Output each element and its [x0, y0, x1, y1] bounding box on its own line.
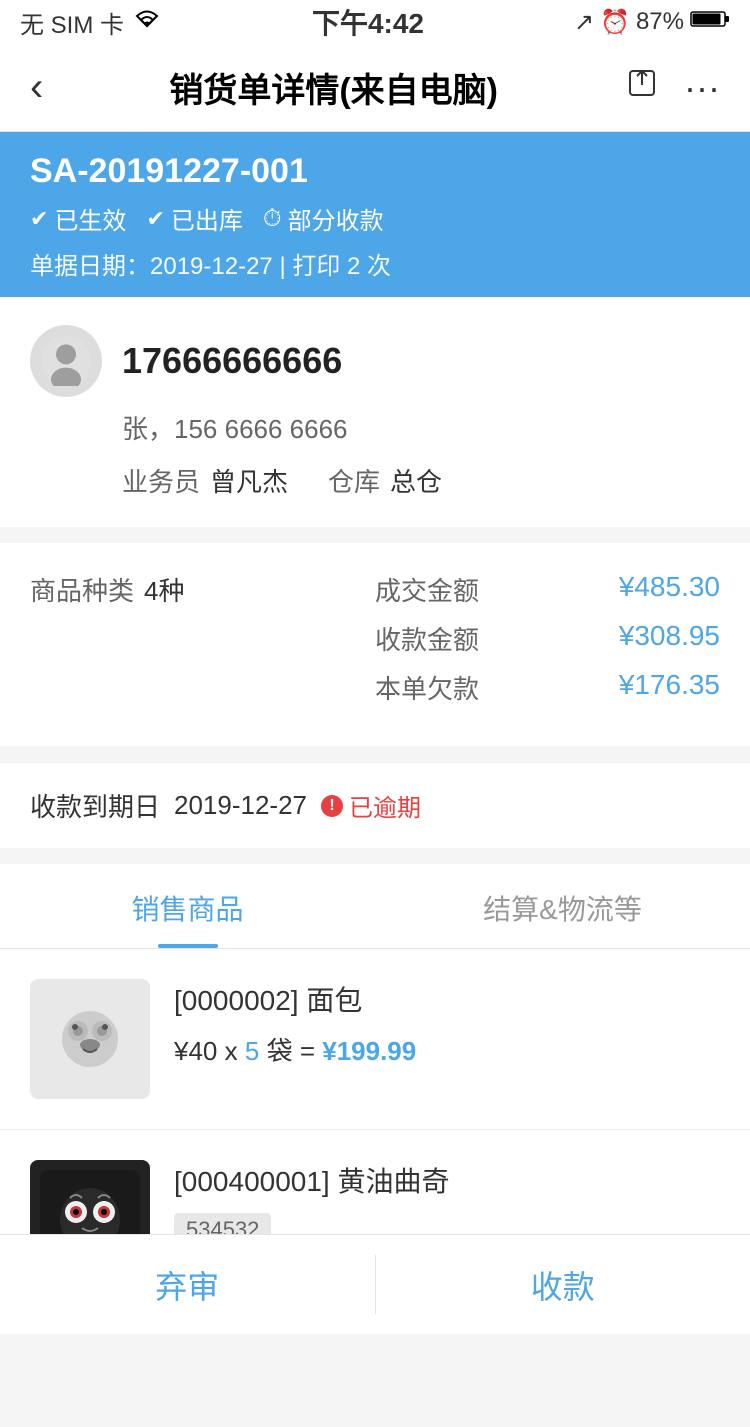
amount-value: ¥485.30	[619, 571, 720, 608]
product-info-bread: [0000002] 面包 ¥40 x 5 袋 = ¥199.99	[174, 979, 720, 1099]
status-partial-label: 部分收款	[288, 201, 384, 236]
location-icon: ↗	[574, 8, 594, 37]
status-activated: ✔ 已生效	[30, 201, 126, 236]
product-item-bread: [0000002] 面包 ¥40 x 5 袋 = ¥199.99	[0, 949, 750, 1130]
debt-value: ¥176.35	[619, 669, 720, 706]
warehouse: 仓库 总仓	[328, 462, 442, 499]
summary-section: 商品种类 4种 成交金额 ¥485.30 收款金额 ¥308.95 本单欠款 ¥…	[0, 543, 750, 746]
share-icon[interactable]	[624, 65, 660, 110]
debt-item: 本单欠款 ¥176.35	[375, 669, 720, 706]
status-bar: 无 SIM 卡 下午4:42 ↗ ⏰ 87%	[0, 0, 750, 44]
check-icon-1: ✔	[30, 206, 48, 232]
tab-sales-label: 销售商品	[131, 894, 243, 925]
total-bread: ¥199.99	[322, 1036, 416, 1066]
more-icon[interactable]: ···	[684, 67, 720, 109]
product-type-label: 商品种类	[30, 571, 134, 608]
product-title-bread: 面包	[306, 985, 362, 1016]
overdue-text: 已逾期	[349, 788, 421, 823]
product-type-item: 商品种类 4种	[30, 571, 375, 608]
order-separator: |	[279, 253, 292, 280]
cancel-button[interactable]: 弃审	[0, 1235, 375, 1334]
nav-icons: ···	[624, 65, 720, 110]
wifi-icon	[132, 8, 162, 37]
bottom-bar: 弃审 收款	[0, 1234, 750, 1334]
order-meta: 单据日期：2019-12-27 | 打印 2 次	[30, 246, 720, 281]
product-thumb-bread	[30, 979, 150, 1099]
customer-name-phone: 张，156 6666 6666	[122, 409, 720, 446]
product-code-cookie: [000400001]	[174, 1166, 330, 1197]
status-time: 下午4:42	[312, 2, 424, 42]
status-activated-label: 已生效	[54, 201, 126, 236]
order-print-count: 打印 2 次	[292, 253, 391, 280]
order-id: SA-20191227-001	[30, 152, 720, 191]
status-delivered: ✔ 已出库	[146, 201, 242, 236]
product-title-cookie: 黄油曲奇	[338, 1166, 450, 1197]
tabs-row: 销售商品 结算&物流等	[0, 864, 750, 949]
amount-label: 成交金额	[375, 571, 479, 608]
sales-person: 业务员 曾凡杰	[122, 462, 288, 499]
tab-settlement[interactable]: 结算&物流等	[375, 864, 750, 948]
confirm-button[interactable]: 收款	[376, 1235, 750, 1334]
tabs-section: 销售商品 结算&物流等	[0, 864, 750, 949]
qty-bread: 5	[245, 1036, 259, 1066]
battery-label: 87%	[636, 8, 684, 36]
summary-row: 商品种类 4种 成交金额 ¥485.30 收款金额 ¥308.95 本单欠款 ¥…	[30, 571, 720, 718]
nav-bar: ‹ 销货单详情(来自电脑) ···	[0, 44, 750, 132]
product-type-count: 4种	[144, 571, 184, 608]
price-bread: ¥40	[174, 1036, 217, 1066]
received-item: 收款金额 ¥308.95	[375, 620, 720, 657]
overdue-icon: !	[321, 795, 343, 817]
order-date-label: 单据日期：2019-12-27	[30, 253, 273, 280]
received-value: ¥308.95	[619, 620, 720, 657]
unit-bread: 袋	[267, 1036, 293, 1066]
status-left: 无 SIM 卡	[20, 5, 162, 40]
customer-meta: 业务员 曾凡杰 仓库 总仓	[122, 462, 720, 499]
status-right: ↗ ⏰ 87%	[574, 8, 730, 37]
product-name-bread: [0000002] 面包	[174, 979, 720, 1019]
back-button[interactable]: ‹	[30, 65, 43, 110]
summary-right: 成交金额 ¥485.30 收款金额 ¥308.95 本单欠款 ¥176.35	[375, 571, 720, 718]
product-price-bread: ¥40 x 5 袋 = ¥199.99	[174, 1031, 720, 1068]
status-delivered-label: 已出库	[171, 201, 243, 236]
overdue-badge: ! 已逾期	[321, 788, 421, 823]
warehouse-label: 仓库	[328, 462, 380, 499]
debt-label: 本单欠款	[375, 669, 479, 706]
avatar	[30, 325, 102, 397]
warehouse-name: 总仓	[390, 462, 442, 499]
product-code-bread: [0000002]	[174, 985, 299, 1016]
customer-section: 17666666666 张，156 6666 6666 业务员 曾凡杰 仓库 总…	[0, 297, 750, 527]
order-status-row: ✔ 已生效 ✔ 已出库 ⏱ 部分收款	[30, 201, 720, 236]
sales-name: 曾凡杰	[210, 462, 288, 499]
page-title: 销货单详情(来自电脑)	[169, 63, 498, 112]
product-name-cookie: [000400001] 黄油曲奇	[174, 1160, 720, 1200]
tab-settlement-label: 结算&物流等	[483, 894, 642, 925]
sales-label: 业务员	[122, 462, 200, 499]
received-label: 收款金额	[375, 620, 479, 657]
equals-bread: =	[300, 1036, 322, 1066]
due-date: 2019-12-27	[174, 790, 307, 821]
multiply-bread: x	[225, 1036, 245, 1066]
sim-label: 无 SIM 卡	[20, 5, 124, 40]
status-partial: ⏱ 部分收款	[263, 201, 384, 236]
alarm-icon: ⏰	[600, 8, 630, 37]
amount-item: 成交金额 ¥485.30	[375, 571, 720, 608]
due-label: 收款到期日	[30, 787, 160, 824]
due-section: 收款到期日 2019-12-27 ! 已逾期	[0, 762, 750, 848]
order-header-banner: SA-20191227-001 ✔ 已生效 ✔ 已出库 ⏱ 部分收款 单据日期：…	[0, 132, 750, 297]
customer-phone: 17666666666	[122, 340, 342, 382]
tab-sales-products[interactable]: 销售商品	[0, 864, 375, 948]
clock-icon: ⏱	[263, 205, 282, 233]
customer-row: 17666666666	[30, 325, 720, 397]
summary-left: 商品种类 4种	[30, 571, 375, 616]
check-icon-2: ✔	[146, 206, 164, 232]
battery-icon	[690, 8, 730, 36]
